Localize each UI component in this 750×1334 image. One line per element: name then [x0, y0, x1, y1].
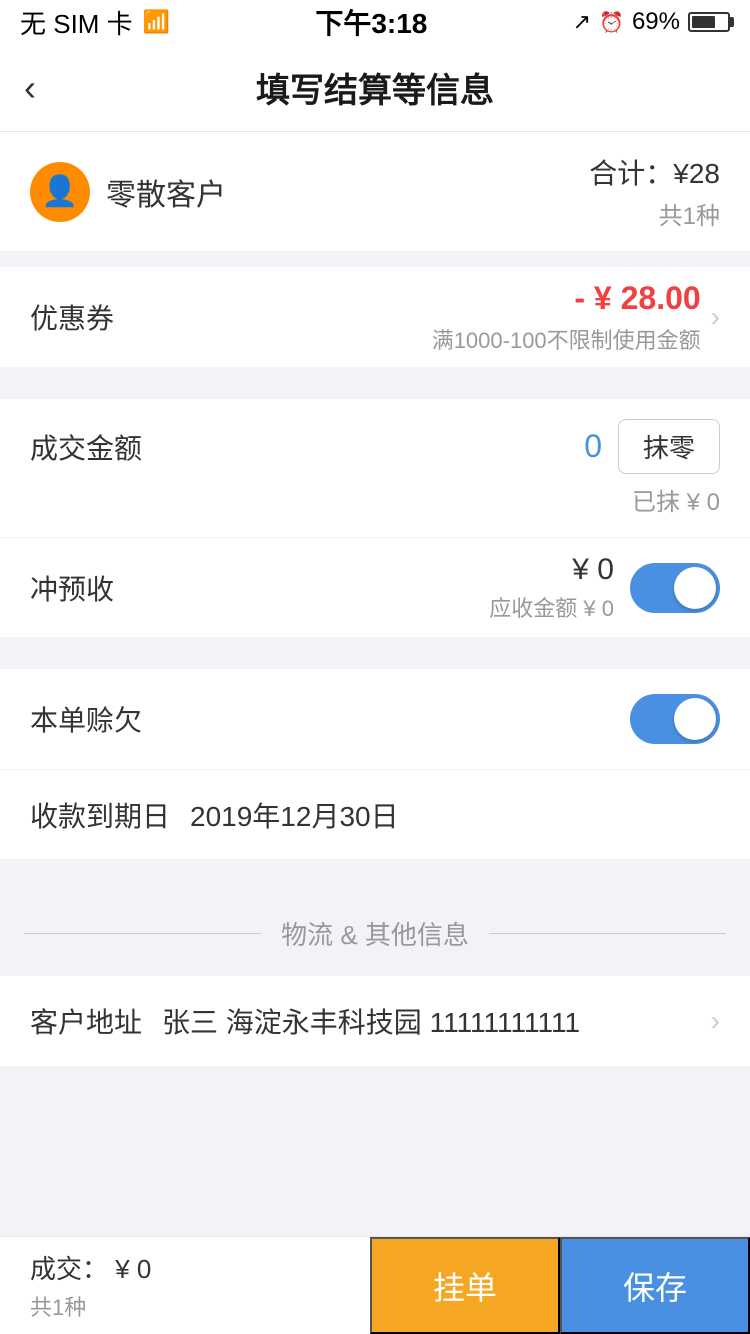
divider-4: [0, 875, 750, 891]
prepayment-amount: ¥ 0: [489, 553, 614, 587]
customer-total: 合计：¥28 共1种: [589, 152, 720, 231]
carrier-label: 无 SIM 卡: [20, 4, 133, 41]
coupon-amount: - ¥ 28.00: [432, 280, 701, 317]
debt-label: 本单赊欠: [30, 699, 142, 739]
status-right: ↗ ⏰ 69%: [573, 8, 730, 36]
prepayment-sub: 应收金额 ¥ 0: [489, 591, 614, 623]
trans-sub: 已抹 ¥ 0: [30, 482, 720, 517]
address-row[interactable]: 客户地址 张三 海淀永丰科技园 11111111111 ›: [0, 976, 750, 1066]
coupon-section: 优惠券 - ¥ 28.00 满1000-100不限制使用金额 ›: [0, 267, 750, 367]
location-icon: ↗: [573, 9, 591, 35]
bottom-count: 共1种: [30, 1290, 340, 1322]
customer-name: 零散客户: [106, 170, 226, 214]
divider-2: [0, 383, 750, 399]
transaction-section: 成交金额 0 抹零 已抹 ¥ 0 冲预收 ¥ 0 应收金额 ¥ 0: [0, 399, 750, 637]
chevron-right-icon: ›: [711, 301, 720, 333]
customer-info: 👤 零散客户: [30, 162, 226, 222]
prepayment-amounts: ¥ 0 应收金额 ¥ 0: [489, 553, 614, 623]
status-time: 下午3:18: [315, 2, 427, 42]
prepayment-right: ¥ 0 应收金额 ¥ 0: [489, 553, 720, 623]
logistics-label: 物流 & 其他信息: [281, 915, 469, 952]
trans-amount-row: 成交金额 0 抹零 已抹 ¥ 0: [0, 399, 750, 537]
total-amount: 合计：¥28: [589, 152, 720, 192]
bottom-trans-amount: ¥ 0: [115, 1254, 151, 1284]
avatar-icon: 👤: [41, 174, 78, 209]
debt-row: 本单赊欠: [0, 669, 750, 769]
save-button[interactable]: 保存: [560, 1237, 750, 1334]
status-bar: 无 SIM 卡 📶 下午3:18 ↗ ⏰ 69%: [0, 0, 750, 44]
address-section: 客户地址 张三 海淀永丰科技园 11111111111 ›: [0, 976, 750, 1066]
divider-3: [0, 653, 750, 669]
address-value: 张三 海淀永丰科技园 11111111111: [162, 1001, 711, 1041]
battery-icon: [688, 12, 730, 32]
wifi-icon: 📶: [143, 9, 170, 35]
coupon-row[interactable]: 优惠券 - ¥ 28.00 满1000-100不限制使用金额 ›: [0, 267, 750, 367]
battery-fill: [692, 16, 715, 28]
coupon-value-block: - ¥ 28.00 满1000-100不限制使用金额: [432, 280, 701, 355]
duedate-label: 收款到期日: [30, 795, 170, 835]
trans-top: 成交金额 0 抹零: [30, 419, 720, 474]
trans-amount[interactable]: 0: [584, 428, 602, 465]
debt-section: 本单赊欠 收款到期日 2019年12月30日: [0, 669, 750, 859]
page-title: 填写结算等信息: [256, 63, 494, 112]
hang-button[interactable]: 挂单: [370, 1237, 560, 1334]
logistics-line-left: [24, 933, 261, 934]
address-label: 客户地址: [30, 1001, 142, 1041]
debt-toggle[interactable]: [630, 694, 720, 744]
divider-1: [0, 251, 750, 267]
nav-bar: ‹ 填写结算等信息: [0, 44, 750, 132]
customer-row: 👤 零散客户 合计：¥28 共1种: [0, 132, 750, 251]
back-button[interactable]: ‹: [24, 67, 36, 109]
prepayment-label: 冲预收: [30, 568, 114, 608]
debt-toggle-knob: [674, 698, 716, 740]
prepayment-toggle[interactable]: [630, 563, 720, 613]
toggle-knob: [674, 567, 716, 609]
trans-right: 0 抹零: [584, 419, 720, 474]
logistics-line-right: [489, 933, 726, 934]
coupon-label: 优惠券: [30, 297, 114, 337]
round-button[interactable]: 抹零: [618, 419, 720, 474]
trans-label: 成交金额: [30, 427, 142, 467]
bottom-info: 成交： ¥ 0 共1种: [0, 1237, 370, 1334]
duedate-value[interactable]: 2019年12月30日: [190, 795, 399, 835]
bottom-bar: 成交： ¥ 0 共1种 挂单 保存: [0, 1236, 750, 1334]
bottom-trans-label: 成交：: [30, 1254, 108, 1284]
alarm-icon: ⏰: [599, 10, 624, 35]
prepayment-row: 冲预收 ¥ 0 应收金额 ¥ 0: [0, 537, 750, 637]
duedate-row: 收款到期日 2019年12月30日: [0, 769, 750, 859]
customer-section: 👤 零散客户 合计：¥28 共1种: [0, 132, 750, 251]
bottom-trans: 成交： ¥ 0: [30, 1249, 340, 1286]
total-count: 共1种: [589, 196, 720, 231]
logistics-header: 物流 & 其他信息: [0, 891, 750, 976]
coupon-desc: 满1000-100不限制使用金额: [432, 323, 701, 355]
avatar: 👤: [30, 162, 90, 222]
status-left: 无 SIM 卡 📶: [20, 4, 170, 41]
address-chevron-icon: ›: [711, 1005, 720, 1037]
battery-percent: 69%: [632, 8, 680, 36]
coupon-right: - ¥ 28.00 满1000-100不限制使用金额 ›: [432, 280, 720, 355]
